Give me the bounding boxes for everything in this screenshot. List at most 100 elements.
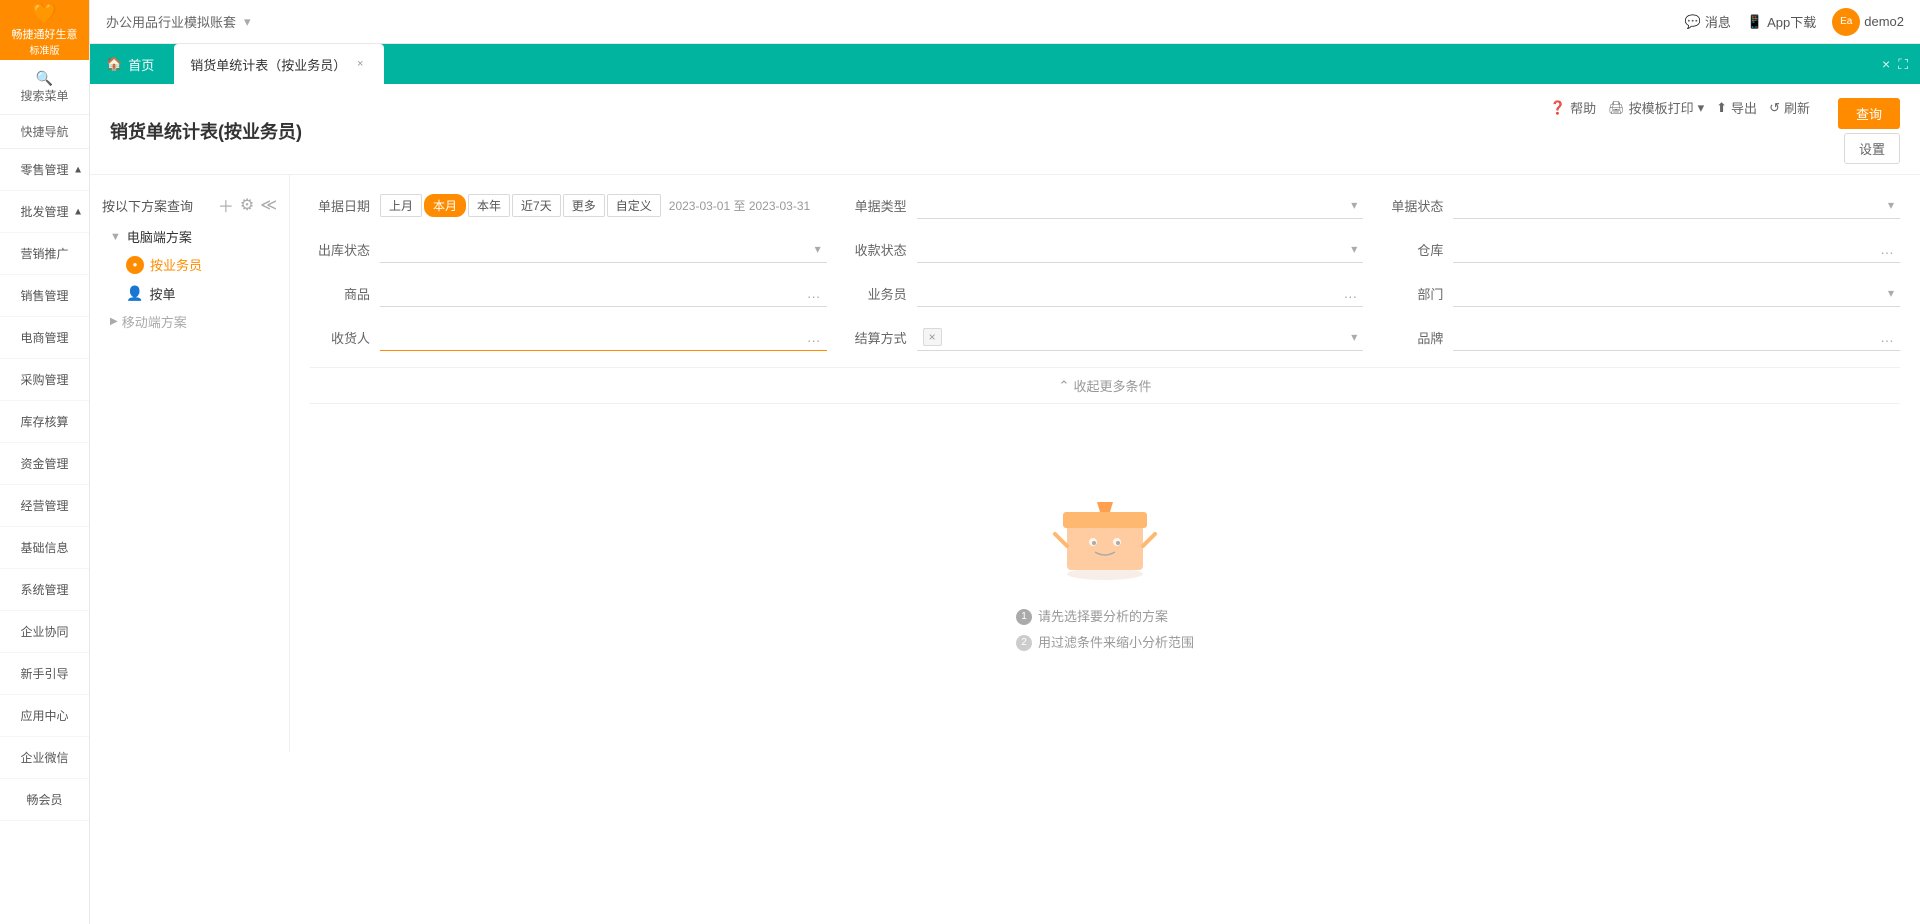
tree-child-salesman[interactable]: ● 按业务员 [90, 250, 289, 279]
doc-status-control[interactable]: ▾ [1453, 191, 1900, 219]
filter-goods: 商品 … [310, 279, 827, 307]
sidebar-item-retail[interactable]: 零售管理 ▲ [0, 149, 89, 191]
sidebar-item-label: 企业协同 [20, 625, 68, 639]
logo-tag: 标准版 [12, 44, 78, 60]
panel-title-text: 按以下方案查询 [102, 196, 193, 215]
sidebar-item-sales[interactable]: 销售管理 [0, 275, 89, 317]
message-label: 消息 [1705, 12, 1731, 31]
sidebar-item-operation[interactable]: 经营管理 [0, 485, 89, 527]
collapse-icon: ⌃ [1059, 378, 1070, 394]
tab-fullscreen-icon[interactable]: ⛶ [1898, 56, 1908, 73]
add-scheme-icon[interactable]: ＋ [218, 193, 234, 217]
date-btn-7days[interactable]: 近7天 [512, 194, 561, 217]
panel-title-actions: ＋ ⚙ ≪ [218, 193, 277, 217]
quick-nav[interactable]: 快捷导航 [0, 115, 89, 149]
salesman-control[interactable]: … [917, 279, 1364, 307]
filter-brand: 品牌 … [1383, 323, 1900, 351]
filter-out-status: 出库状态 ▾ [310, 235, 827, 263]
tree-collapse-icon: ▶ [110, 316, 118, 327]
sidebar-item-marketing[interactable]: 营销推广 [0, 233, 89, 275]
goods-control[interactable]: … [380, 279, 827, 307]
tree-mobile: ▶ 移动端方案 [90, 308, 289, 335]
sidebar-item-system[interactable]: 系统管理 [0, 569, 89, 611]
date-range: 2023-03-01 至 2023-03-31 [669, 197, 810, 214]
refresh-btn[interactable]: ↺ 刷新 [1769, 98, 1810, 117]
sidebar-item-newuser[interactable]: 新手引导 [0, 653, 89, 695]
sidebar-search[interactable]: 🔍 搜索菜单 [0, 60, 89, 115]
app-download-label: App下载 [1767, 12, 1816, 31]
date-btn-more[interactable]: 更多 [563, 194, 605, 217]
settlement-control[interactable]: × ▾ [917, 323, 1364, 351]
tab-sales-stat[interactable]: 销货单统计表（按业务员） × [174, 44, 384, 84]
sidebar-item-wholesale[interactable]: 批发管理 ▲ [0, 191, 89, 233]
message-action[interactable]: 💬 消息 [1685, 12, 1731, 31]
setting-button[interactable]: 设置 [1844, 133, 1900, 164]
salesman-label: 业务员 [847, 284, 907, 303]
refresh-icon: ↺ [1769, 100, 1780, 116]
sidebar-item-enterprise[interactable]: 企业协同 [0, 611, 89, 653]
query-button[interactable]: 查询 [1838, 98, 1900, 129]
tab-minimize-icon[interactable]: × [1882, 56, 1890, 72]
date-btn-custom[interactable]: 自定义 [607, 194, 661, 217]
message-icon: 💬 [1685, 14, 1701, 30]
date-btn-thismonth[interactable]: 本月 [424, 194, 466, 217]
settings-scheme-icon[interactable]: ⚙ [240, 195, 254, 215]
filter-date: 单据日期 上月 本月 本年 近7天 更多 自定义 20 [310, 194, 827, 217]
print-btn[interactable]: 🖨 按模板打印 ▾ [1608, 98, 1704, 117]
doc-status-label: 单据状态 [1383, 196, 1443, 215]
goods-label: 商品 [310, 284, 370, 303]
out-status-label: 出库状态 [310, 240, 370, 259]
filter-row-1: 单据日期 上月 本月 本年 近7天 更多 自定义 20 [310, 191, 1900, 219]
sidebar-item-finance[interactable]: 资金管理 [0, 443, 89, 485]
dept-control[interactable]: ▾ [1453, 279, 1900, 307]
sidebar-item-basic[interactable]: 基础信息 [0, 527, 89, 569]
sidebar-item-apps[interactable]: 应用中心 [0, 695, 89, 737]
tree-node-pc[interactable]: ▼ 电脑端方案 [90, 223, 289, 250]
export-btn[interactable]: ⬆ 导出 [1716, 98, 1757, 117]
user-area[interactable]: Ea demo2 [1832, 8, 1904, 36]
help-btn[interactable]: ❓ 帮助 [1550, 98, 1596, 117]
sidebar-item-member[interactable]: 畅会员 [0, 779, 89, 821]
app-download-action[interactable]: 📱 App下载 [1747, 12, 1816, 31]
dots-icon: … [807, 329, 821, 345]
tree-expand-icon: ▼ [110, 231, 121, 243]
sidebar-item-label: 新手引导 [20, 667, 68, 681]
collapse-bar[interactable]: ⌃ 收起更多条件 [310, 367, 1900, 404]
receipt-status-control[interactable]: ▾ [917, 235, 1364, 263]
app-logo[interactable]: 🧡 畅捷通好生意 标准版 [0, 0, 89, 60]
sidebar-item-inventory[interactable]: 库存核算 [0, 401, 89, 443]
out-status-control[interactable]: ▾ [380, 235, 827, 263]
print-dropdown-icon: ▾ [1698, 100, 1705, 116]
sidebar-item-purchase[interactable]: 采购管理 [0, 359, 89, 401]
breadcrumb-dropdown-icon[interactable]: ▾ [244, 14, 251, 30]
empty-text: 1 请先选择要分析的方案 2 用过滤条件来缩小分析范围 [1016, 604, 1194, 656]
dots-icon: … [1880, 241, 1894, 257]
date-btn-thisyear[interactable]: 本年 [468, 194, 510, 217]
tree-node-mobile[interactable]: ▶ 移动端方案 [90, 308, 289, 335]
page-inner: 销货单统计表(按业务员) ❓ 帮助 🖨 按模板打印 ▾ ⬆ [90, 84, 1920, 924]
filter-consignee: 收货人 … [310, 323, 827, 351]
tab-home[interactable]: 🏠 首页 [90, 44, 170, 84]
sidebar-item-ecommerce[interactable]: 电商管理 [0, 317, 89, 359]
sidebar-item-wechat[interactable]: 企业微信 [0, 737, 89, 779]
consignee-control[interactable]: … [380, 323, 827, 351]
date-btn-lastmonth[interactable]: 上月 [380, 194, 422, 217]
tab-close-icon[interactable]: × [352, 56, 368, 72]
tree-child-order[interactable]: 👤 按单 [90, 279, 289, 308]
doc-type-control[interactable]: ▾ [917, 191, 1364, 219]
sidebar-item-label: 电商管理 [20, 331, 68, 345]
tab-bar-actions: × ⛶ [1870, 56, 1920, 73]
collapse-panel-icon[interactable]: ≪ [260, 195, 277, 215]
filter-dept: 部门 ▾ [1383, 279, 1900, 307]
top-header: 办公用品行业模拟账套 ▾ 💬 消息 📱 App下载 Ea demo2 [90, 0, 1920, 44]
logo-text: 畅捷通好生意 [12, 28, 78, 42]
dropdown-icon: ▾ [1888, 198, 1894, 212]
clear-settlement-btn[interactable]: × [923, 328, 942, 346]
tree-child-label: 按业务员 [150, 255, 202, 274]
warehouse-control[interactable]: … [1453, 235, 1900, 263]
clear-icon: × [929, 330, 936, 344]
dropdown-icon: ▾ [1351, 198, 1357, 212]
export-icon: ⬆ [1716, 100, 1727, 116]
tree-child-label: 按单 [149, 284, 175, 303]
brand-control[interactable]: … [1453, 323, 1900, 351]
